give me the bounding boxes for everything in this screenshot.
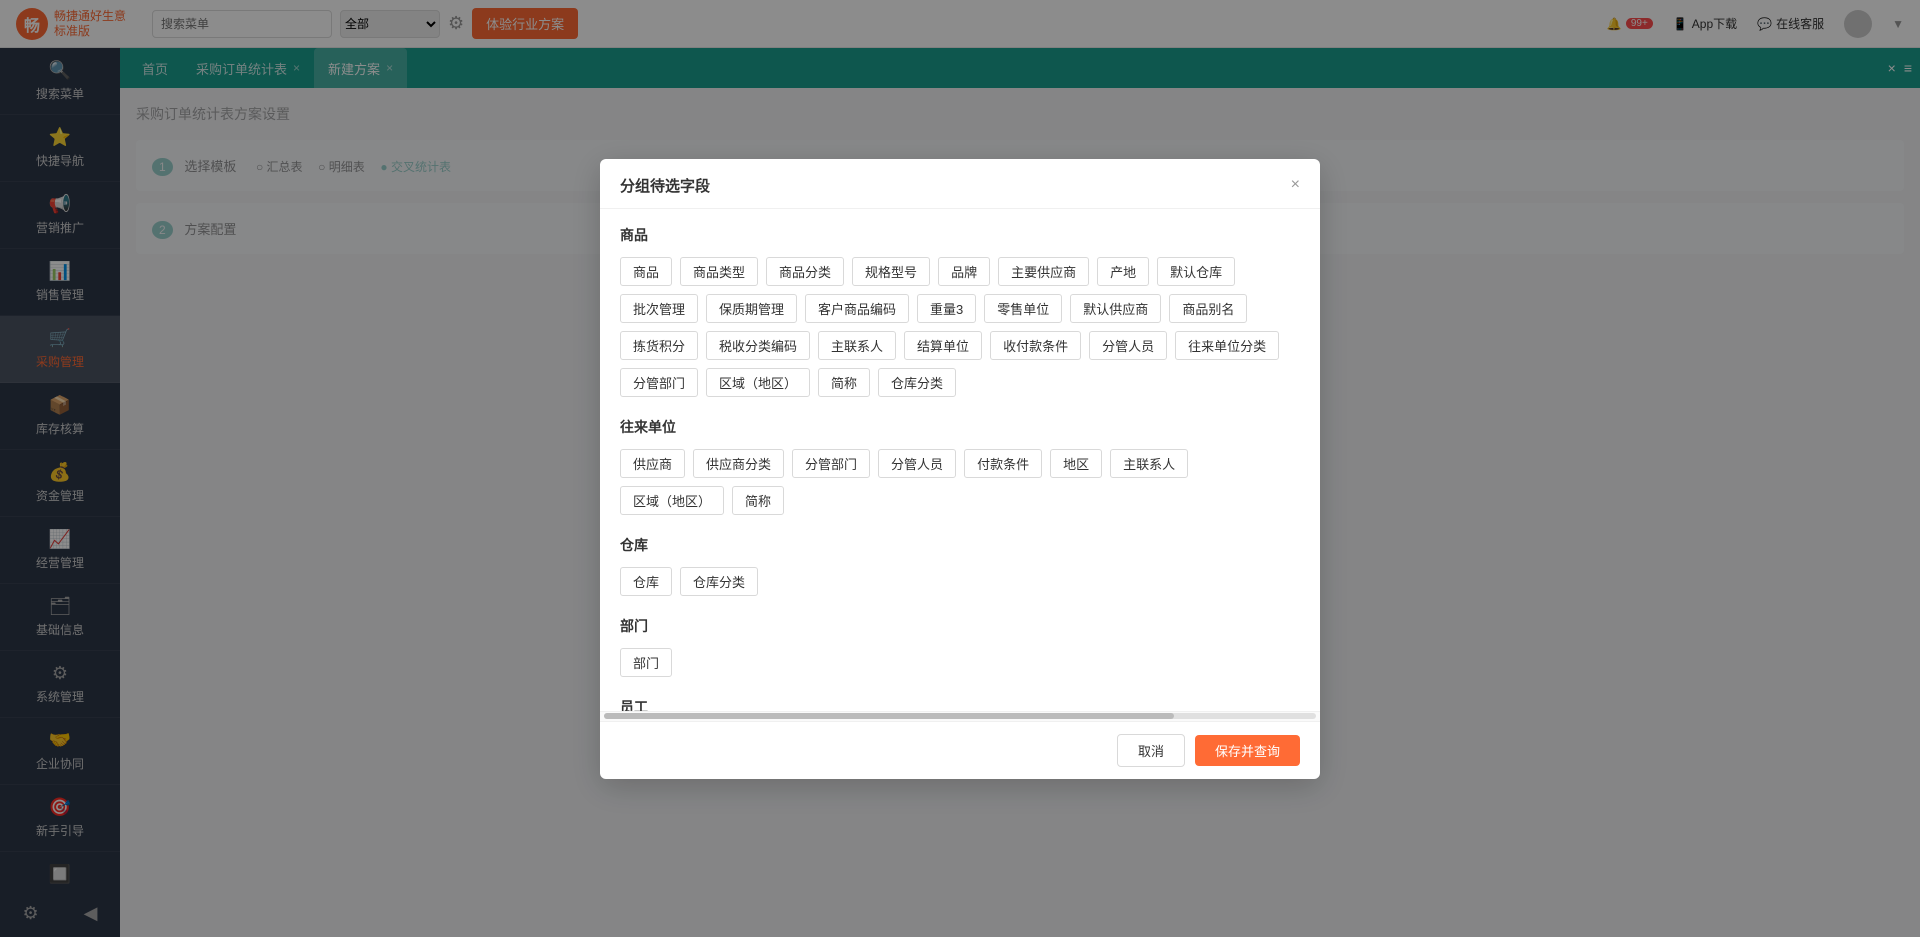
field-tag-alias[interactable]: 商品别名 — [1169, 294, 1247, 323]
field-tag-default-supplier[interactable]: 默认供应商 — [1070, 294, 1161, 323]
field-tag-origin[interactable]: 产地 — [1097, 257, 1149, 286]
modal-close-icon[interactable]: × — [1291, 176, 1300, 194]
field-tag-batch-mgmt[interactable]: 批次管理 — [620, 294, 698, 323]
modal-overlay: 分组待选字段 × 商品 商品 商品类型 商品分类 规格型号 品牌 主要供应商 产… — [0, 0, 1920, 937]
field-tag-supplier[interactable]: 供应商 — [620, 449, 685, 478]
field-tag-warehouse[interactable]: 仓库 — [620, 567, 672, 596]
field-tag-area[interactable]: 地区 — [1050, 449, 1102, 478]
section-warehouse: 仓库 仓库 仓库分类 — [620, 535, 1300, 596]
confirm-button[interactable]: 保存并查询 — [1195, 735, 1300, 766]
field-tag-dept[interactable]: 分管部门 — [620, 368, 698, 397]
field-tag-warehouse-category[interactable]: 仓库分类 — [878, 368, 956, 397]
field-tag-spec-model[interactable]: 规格型号 — [852, 257, 930, 286]
field-tag-region[interactable]: 区域（地区） — [706, 368, 810, 397]
field-tag-brand[interactable]: 品牌 — [938, 257, 990, 286]
field-tag-retail-unit[interactable]: 零售单位 — [984, 294, 1062, 323]
field-tag-party-region[interactable]: 区域（地区） — [620, 486, 724, 515]
field-tag-settle-unit[interactable]: 结算单位 — [904, 331, 982, 360]
section-party-title: 往来单位 — [620, 417, 1300, 437]
section-department: 部门 部门 — [620, 616, 1300, 677]
field-tag-department[interactable]: 部门 — [620, 648, 672, 677]
field-tag-product-type[interactable]: 商品类型 — [680, 257, 758, 286]
section-party: 往来单位 供应商 供应商分类 分管部门 分管人员 付款条件 地区 主联系人 区域… — [620, 417, 1300, 515]
field-tag-supplier-category[interactable]: 供应商分类 — [693, 449, 784, 478]
dept-field-tags: 部门 — [620, 648, 1300, 677]
section-employee: 员工 业务员 — [620, 697, 1300, 711]
field-tag-party-supervisor[interactable]: 分管人员 — [878, 449, 956, 478]
field-tag-pick-points[interactable]: 拣货积分 — [620, 331, 698, 360]
field-tag-abbr[interactable]: 简称 — [818, 368, 870, 397]
field-tag-party-category[interactable]: 往来单位分类 — [1175, 331, 1279, 360]
field-tag-shelf-life[interactable]: 保质期管理 — [706, 294, 797, 323]
modal-hscroll[interactable] — [600, 711, 1320, 721]
party-field-tags: 供应商 供应商分类 分管部门 分管人员 付款条件 地区 主联系人 区域（地区） … — [620, 449, 1300, 515]
field-tag-main-supplier[interactable]: 主要供应商 — [998, 257, 1089, 286]
field-tag-payment-terms[interactable]: 收付款条件 — [990, 331, 1081, 360]
section-warehouse-title: 仓库 — [620, 535, 1300, 555]
field-tag-wh-category[interactable]: 仓库分类 — [680, 567, 758, 596]
field-tag-tax-code[interactable]: 税收分类编码 — [706, 331, 810, 360]
field-tag-party-dept[interactable]: 分管部门 — [792, 449, 870, 478]
field-tag-payment-condition[interactable]: 付款条件 — [964, 449, 1042, 478]
field-tag-default-warehouse[interactable]: 默认仓库 — [1157, 257, 1235, 286]
cancel-button[interactable]: 取消 — [1117, 734, 1185, 767]
field-tag-main-contact[interactable]: 主联系人 — [818, 331, 896, 360]
field-tag-weight[interactable]: 重量3 — [917, 294, 976, 323]
warehouse-field-tags: 仓库 仓库分类 — [620, 567, 1300, 596]
modal-body: 商品 商品 商品类型 商品分类 规格型号 品牌 主要供应商 产地 默认仓库 批次… — [600, 209, 1320, 711]
section-dept-title: 部门 — [620, 616, 1300, 636]
field-select-modal: 分组待选字段 × 商品 商品 商品类型 商品分类 规格型号 品牌 主要供应商 产… — [600, 159, 1320, 779]
modal-title: 分组待选字段 — [620, 175, 710, 196]
field-tag-product-category[interactable]: 商品分类 — [766, 257, 844, 286]
field-tag-party-abbr[interactable]: 简称 — [732, 486, 784, 515]
product-field-tags: 商品 商品类型 商品分类 规格型号 品牌 主要供应商 产地 默认仓库 批次管理 … — [620, 257, 1300, 397]
field-tag-party-contact[interactable]: 主联系人 — [1110, 449, 1188, 478]
section-employee-title: 员工 — [620, 697, 1300, 711]
field-tag-customer-code[interactable]: 客户商品编码 — [805, 294, 909, 323]
section-product-title: 商品 — [620, 225, 1300, 245]
field-tag-product[interactable]: 商品 — [620, 257, 672, 286]
field-tag-supervisor[interactable]: 分管人员 — [1089, 331, 1167, 360]
modal-footer: 取消 保存并查询 — [600, 721, 1320, 779]
section-product: 商品 商品 商品类型 商品分类 规格型号 品牌 主要供应商 产地 默认仓库 批次… — [620, 225, 1300, 397]
modal-header: 分组待选字段 × — [600, 159, 1320, 209]
